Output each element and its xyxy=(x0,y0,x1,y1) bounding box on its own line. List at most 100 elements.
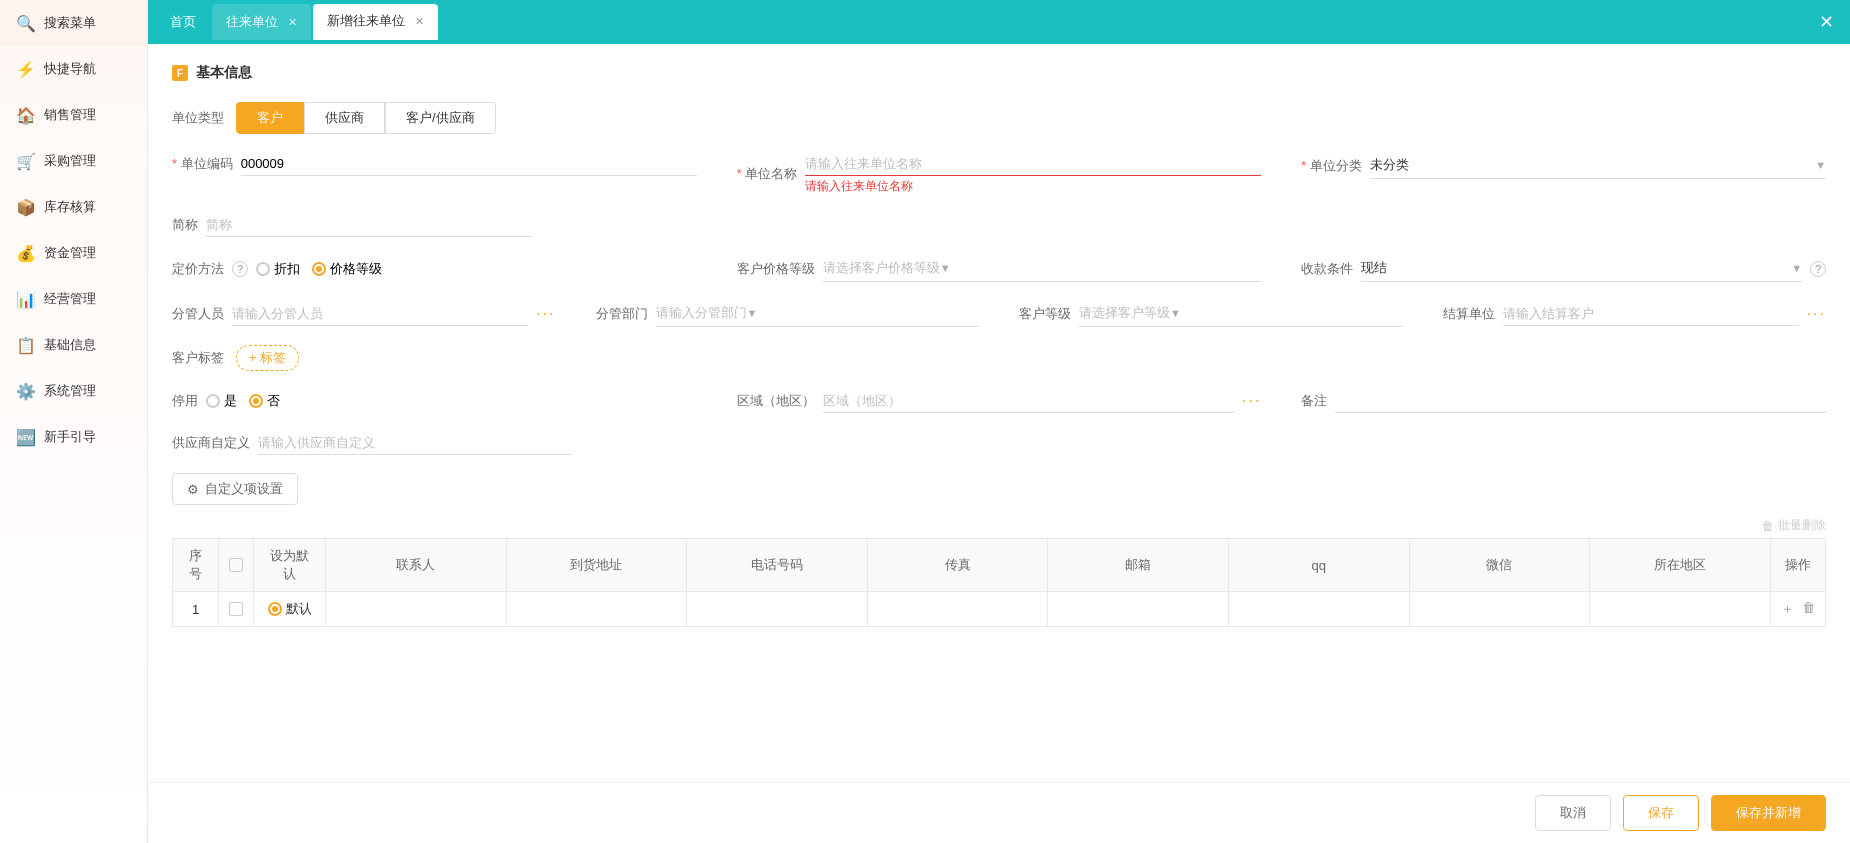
row-phone[interactable] xyxy=(687,592,868,627)
tab-home[interactable]: 首页 xyxy=(156,4,210,40)
payment-terms-help-icon[interactable]: ? xyxy=(1810,261,1826,277)
pricing-level[interactable]: 价格等级 xyxy=(312,260,382,278)
manager-input-wrapper xyxy=(232,302,528,326)
region-more[interactable]: ··· xyxy=(1242,392,1261,410)
sidebar-item-purchase[interactable]: 🛒 采购管理 xyxy=(0,138,147,184)
save-new-button[interactable]: 保存并新增 xyxy=(1711,795,1826,831)
sidebar-item-label: 基础信息 xyxy=(44,336,96,354)
sidebar-item-quicknav[interactable]: ⚡ 快捷导航 xyxy=(0,46,147,92)
row-qq[interactable] xyxy=(1228,592,1409,627)
save-button[interactable]: 保存 xyxy=(1623,795,1699,831)
sidebar-item-guide[interactable]: 🆕 新手引导 xyxy=(0,414,147,460)
row-contact[interactable] xyxy=(325,592,506,627)
row-default-label: 默认 xyxy=(286,600,312,618)
settlement-unit-more[interactable]: ··· xyxy=(1807,305,1826,323)
supplier-custom-label: 供应商自定义 xyxy=(172,434,250,452)
pricing-level-radio xyxy=(312,262,326,276)
region-input[interactable] xyxy=(823,393,1234,408)
sidebar-item-sales[interactable]: 🏠 销售管理 xyxy=(0,92,147,138)
cancel-button[interactable]: 取消 xyxy=(1535,795,1611,831)
pricing-help-icon[interactable]: ? xyxy=(232,261,248,277)
col-email: 邮箱 xyxy=(1048,539,1229,592)
form-footer: 取消 保存 保存并新增 xyxy=(148,782,1850,843)
row-wechat[interactable] xyxy=(1409,592,1590,627)
row-fax[interactable] xyxy=(867,592,1048,627)
row-email[interactable] xyxy=(1048,592,1229,627)
disabled-radio-group: 是 否 xyxy=(206,392,280,410)
row-fax-input[interactable] xyxy=(878,602,1038,617)
payment-terms-field: 收款条件 现结 ▼ ? xyxy=(1301,255,1826,282)
tag-add-button[interactable]: + 标签 xyxy=(236,345,299,371)
customer-level-select[interactable]: 请选择客户等级 ▼ xyxy=(1079,300,1403,327)
pricing-method-field: 定价方法 ? 折扣 价格等级 xyxy=(172,260,697,278)
row-checkbox[interactable] xyxy=(229,602,243,616)
tab-bar-close[interactable]: ✕ xyxy=(1811,11,1842,33)
sidebar-item-basic-info[interactable]: 📋 基础信息 xyxy=(0,322,147,368)
tab-contacts[interactable]: 往来单位 ✕ xyxy=(212,4,311,40)
unit-name-wrapper: 请输入往来单位名称 xyxy=(805,152,1261,195)
remark-field: 备注 xyxy=(1301,389,1826,413)
row-default-radio[interactable]: 默认 xyxy=(264,600,315,618)
row-add-icon[interactable]: ＋ xyxy=(1781,600,1794,618)
pricing-discount[interactable]: 折扣 xyxy=(256,260,300,278)
sidebar-item-finance[interactable]: 💰 资金管理 xyxy=(0,230,147,276)
form-content: F 基本信息 单位类型 客户 供应商 客户/供应商 单位编码 xyxy=(148,44,1850,782)
disabled-yes[interactable]: 是 xyxy=(206,392,237,410)
settlement-unit-label: 结算单位 xyxy=(1443,305,1495,323)
sidebar-item-label: 采购管理 xyxy=(44,152,96,170)
row-region[interactable] xyxy=(1590,592,1771,627)
sidebar-item-operations[interactable]: 📊 经营管理 xyxy=(0,276,147,322)
tab-contacts-label: 往来单位 xyxy=(226,13,278,31)
row-region-input[interactable] xyxy=(1600,602,1760,617)
unit-type-row: 单位类型 客户 供应商 客户/供应商 xyxy=(172,102,1826,134)
customer-price-level-select[interactable]: 请选择客户价格等级 ▼ xyxy=(823,255,1262,282)
row-qq-input[interactable] xyxy=(1239,602,1399,617)
unit-code-input[interactable] xyxy=(241,156,697,171)
manager-more[interactable]: ··· xyxy=(536,305,555,323)
short-name-input[interactable] xyxy=(206,217,532,232)
payment-terms-arrow: ▼ xyxy=(1791,262,1802,274)
department-select[interactable]: 请输入分管部门 ▼ xyxy=(656,300,980,327)
manager-input[interactable] xyxy=(232,306,528,321)
unit-type-customer[interactable]: 客户 xyxy=(236,102,304,134)
unit-name-input[interactable] xyxy=(805,156,1261,171)
row-wechat-input[interactable] xyxy=(1420,602,1580,617)
row-address-input[interactable] xyxy=(517,602,677,617)
unit-type-supplier[interactable]: 供应商 xyxy=(304,102,385,134)
tab-new-contact-close[interactable]: ✕ xyxy=(415,15,424,28)
row-phone-input[interactable] xyxy=(697,602,857,617)
customer-tag-label: 客户标签 xyxy=(172,349,224,367)
settlement-unit-input-wrapper xyxy=(1503,302,1799,326)
select-all-checkbox[interactable] xyxy=(229,558,243,572)
pricing-method-label: 定价方法 xyxy=(172,260,224,278)
operations-icon: 📊 xyxy=(16,289,36,309)
tab-new-contact[interactable]: 新增往来单位 ✕ xyxy=(313,4,438,40)
row-email-input[interactable] xyxy=(1058,602,1218,617)
sidebar-item-system[interactable]: ⚙️ 系统管理 xyxy=(0,368,147,414)
payment-terms-select[interactable]: 现结 ▼ xyxy=(1361,255,1802,282)
sidebar-item-search[interactable]: 🔍 搜索菜单 xyxy=(0,0,147,46)
remark-input[interactable] xyxy=(1335,393,1826,408)
settlement-unit-input[interactable] xyxy=(1503,306,1799,321)
unit-type-both[interactable]: 客户/供应商 xyxy=(385,102,496,134)
row-address[interactable] xyxy=(506,592,687,627)
tab-contacts-close[interactable]: ✕ xyxy=(288,16,297,29)
tag-add-label: + 标签 xyxy=(249,349,286,367)
basic-info-icon: 📋 xyxy=(16,335,36,355)
unit-category-select[interactable]: 未分类 ▼ xyxy=(1370,152,1826,179)
unit-name-input-wrapper xyxy=(805,152,1261,176)
section-title: 基本信息 xyxy=(196,64,252,82)
sidebar-item-label: 新手引导 xyxy=(44,428,96,446)
custom-settings-button[interactable]: ⚙ 自定义项设置 xyxy=(172,473,298,505)
region-field: 区域（地区） ··· xyxy=(737,389,1262,413)
row-check xyxy=(219,592,254,627)
unit-type-label: 单位类型 xyxy=(172,109,224,127)
disabled-yes-label: 是 xyxy=(224,392,237,410)
supplier-custom-input[interactable] xyxy=(258,435,572,450)
sidebar-item-inventory[interactable]: 📦 库存核算 xyxy=(0,184,147,230)
disabled-no[interactable]: 否 xyxy=(249,392,280,410)
sidebar-item-label: 经营管理 xyxy=(44,290,96,308)
row-contact-input[interactable] xyxy=(336,602,496,617)
row-delete-icon[interactable]: 🗑 xyxy=(1802,600,1815,618)
batch-delete-button[interactable]: 🗑 批量删除 xyxy=(1762,517,1826,534)
